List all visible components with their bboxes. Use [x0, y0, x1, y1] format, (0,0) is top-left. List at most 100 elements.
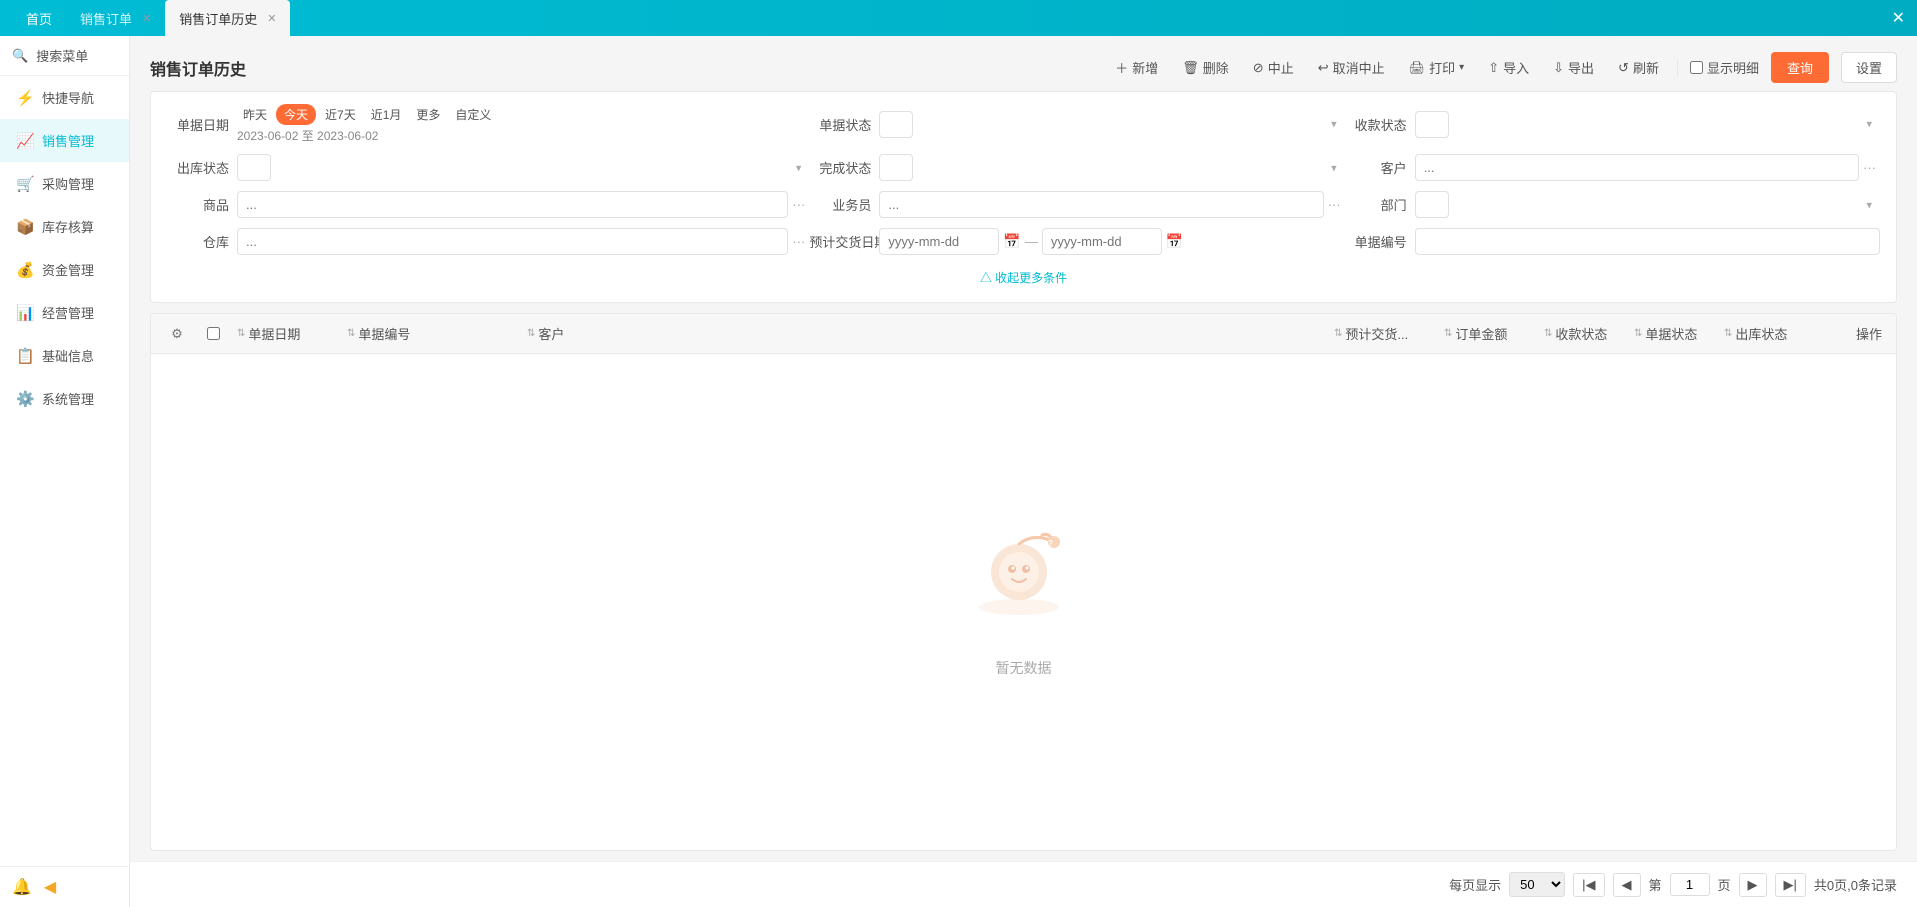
settings-button[interactable]: 设置 — [1841, 52, 1897, 83]
tab-sales-order-history-close[interactable]: ✕ — [267, 12, 276, 25]
filter-area: 单据日期 昨天 今天 近7天 近1月 更多 自定义 2023-06-02 至 2… — [150, 91, 1897, 303]
order-no-input[interactable] — [1415, 228, 1880, 255]
sidebar-item-sales[interactable]: 📈 销售管理 — [0, 119, 129, 162]
settings-label: 设置 — [1856, 61, 1882, 76]
warehouse-input[interactable] — [237, 228, 788, 255]
th-settings[interactable]: ⚙ — [159, 316, 195, 352]
sort-order-status-icon[interactable]: ⇅ — [1634, 328, 1642, 339]
filter-row-1: 单据日期 昨天 今天 近7天 近1月 更多 自定义 2023-06-02 至 2… — [167, 104, 1880, 144]
filter-warehouse: 仓库 ··· — [167, 228, 809, 255]
dept-select[interactable] — [1415, 191, 1449, 218]
date-btn-more[interactable]: 更多 — [410, 104, 446, 125]
sidebar-item-base-info[interactable]: 📋 基础信息 — [0, 334, 129, 377]
last-page-button[interactable]: ▶| — [1775, 873, 1806, 897]
salesperson-label: 业务员 — [809, 195, 879, 214]
salesperson-dots-icon[interactable]: ··· — [1324, 197, 1345, 212]
filter-customer: 客户 ··· — [1345, 154, 1880, 181]
date-dash: — — [1025, 234, 1038, 249]
date-btn-custom[interactable]: 自定义 — [449, 104, 497, 125]
th-warehouse-status: ⇅ 出库状态 — [1718, 314, 1808, 353]
delete-icon: 🗑 — [1182, 60, 1199, 76]
delete-button[interactable]: 🗑 删除 — [1176, 54, 1235, 81]
collapse-sidebar-icon[interactable]: ◀ — [44, 877, 56, 897]
sidebar-item-inventory[interactable]: 📦 库存核算 — [0, 205, 129, 248]
warehouse-dots-icon[interactable]: ··· — [788, 234, 809, 249]
filter-date: 单据日期 昨天 今天 近7天 近1月 更多 自定义 2023-06-02 至 2… — [167, 104, 809, 144]
goods-dots-icon[interactable]: ··· — [788, 197, 809, 212]
sort-delivery-icon[interactable]: ⇅ — [1334, 328, 1342, 339]
stop-button[interactable]: ⊘ 中止 — [1247, 54, 1300, 81]
display-detail-checkbox[interactable]: 显示明细 — [1690, 58, 1759, 77]
page-title: 销售订单历史 — [150, 56, 246, 80]
tab-home[interactable]: 首页 — [12, 0, 66, 36]
tab-sales-order-label: 销售订单 — [80, 9, 132, 28]
dept-label: 部门 — [1345, 195, 1415, 214]
import-button[interactable]: ⇧ 导入 — [1482, 54, 1535, 81]
notification-icon[interactable]: 🔔 — [12, 877, 32, 897]
delivery-date-end[interactable] — [1042, 228, 1162, 255]
sort-payment-icon[interactable]: ⇅ — [1544, 328, 1552, 339]
goods-input[interactable] — [237, 191, 788, 218]
date-btn-yesterday[interactable]: 昨天 — [237, 104, 273, 125]
sort-sno-icon[interactable]: ⇅ — [347, 328, 355, 339]
date-btn-1month[interactable]: 近1月 — [365, 104, 408, 125]
payment-status-select[interactable] — [1415, 111, 1449, 138]
print-button[interactable]: 🖨 打印 ▾ — [1403, 54, 1471, 81]
th-action: 操作 — [1808, 314, 1888, 353]
page-size-select[interactable]: 50 10 20 100 — [1509, 872, 1565, 897]
tab-sales-order[interactable]: 销售订单 ✕ — [66, 0, 165, 36]
select-all-checkbox[interactable] — [207, 327, 220, 340]
add-button[interactable]: ＋ 新增 — [1109, 54, 1164, 81]
sort-date-icon[interactable]: ⇅ — [237, 328, 245, 339]
date-btn-7days[interactable]: 近7天 — [319, 104, 362, 125]
tab-sales-order-close[interactable]: ✕ — [142, 12, 151, 25]
sort-amount-icon[interactable]: ⇅ — [1444, 328, 1452, 339]
calendar-end-icon[interactable]: 📅 — [1166, 233, 1183, 250]
filter-warehouse-status: 出库状态 — [167, 154, 809, 181]
operations-icon: 📊 — [16, 304, 34, 322]
page-number-input[interactable] — [1670, 873, 1710, 896]
delivery-date-start[interactable] — [879, 228, 999, 255]
refresh-button[interactable]: ↺ 刷新 — [1612, 54, 1665, 81]
sidebar-item-finance[interactable]: 💰 资金管理 — [0, 248, 129, 291]
sales-icon: 📈 — [16, 132, 34, 150]
th-checkbox[interactable] — [195, 317, 231, 350]
sort-customer-icon[interactable]: ⇅ — [527, 328, 535, 339]
calendar-start-icon[interactable]: 📅 — [1003, 233, 1020, 250]
date-btn-today[interactable]: 今天 — [276, 104, 316, 125]
search-icon: 🔍 — [12, 48, 28, 64]
first-page-button[interactable]: |◀ — [1573, 873, 1604, 897]
import-icon: ⇧ — [1488, 60, 1499, 76]
th-amount: ⇅ 订单金额 — [1438, 314, 1538, 353]
sidebar-item-purchase[interactable]: 🛒 采购管理 — [0, 162, 129, 205]
sidebar-item-quick-nav[interactable]: ⚡ 快捷导航 — [0, 76, 129, 119]
display-detail-input[interactable] — [1690, 61, 1703, 74]
sidebar-item-base-info-label: 基础信息 — [42, 346, 94, 365]
next-page-button[interactable]: ▶ — [1739, 873, 1767, 897]
th-date: ⇅ 单据日期 — [231, 314, 341, 353]
query-label: 查询 — [1787, 61, 1813, 76]
stop-icon: ⊘ — [1253, 60, 1264, 76]
order-status-select[interactable] — [879, 111, 913, 138]
customer-input[interactable] — [1415, 154, 1859, 181]
sidebar-item-system[interactable]: ⚙️ 系统管理 — [0, 377, 129, 420]
add-icon: ＋ — [1115, 58, 1128, 77]
export-button[interactable]: ⇩ 导出 — [1547, 54, 1600, 81]
cancel-stop-button[interactable]: ↩ 取消中止 — [1312, 54, 1391, 81]
prev-page-button[interactable]: ◀ — [1613, 873, 1641, 897]
query-button[interactable]: 查询 — [1771, 52, 1829, 83]
base-info-icon: 📋 — [16, 347, 34, 365]
customer-dots-icon[interactable]: ··· — [1859, 160, 1880, 175]
close-icon[interactable]: ✕ — [1892, 8, 1905, 28]
sidebar-search[interactable]: 🔍 搜索菜单 — [0, 36, 129, 76]
warehouse-status-select[interactable] — [237, 154, 271, 181]
payment-status-select-wrapper — [1415, 111, 1880, 138]
filter-collapse[interactable]: △ 收起更多条件 — [167, 265, 1880, 290]
th-delivery: ⇅ 预计交货... — [1328, 314, 1438, 353]
sidebar-item-operations[interactable]: 📊 经营管理 — [0, 291, 129, 334]
sort-warehouse-icon[interactable]: ⇅ — [1724, 328, 1732, 339]
tab-sales-order-history[interactable]: 销售订单历史 ✕ — [165, 0, 290, 36]
complete-status-select[interactable] — [879, 154, 913, 181]
salesperson-input[interactable] — [879, 191, 1323, 218]
page-label: 页 — [1718, 875, 1731, 894]
